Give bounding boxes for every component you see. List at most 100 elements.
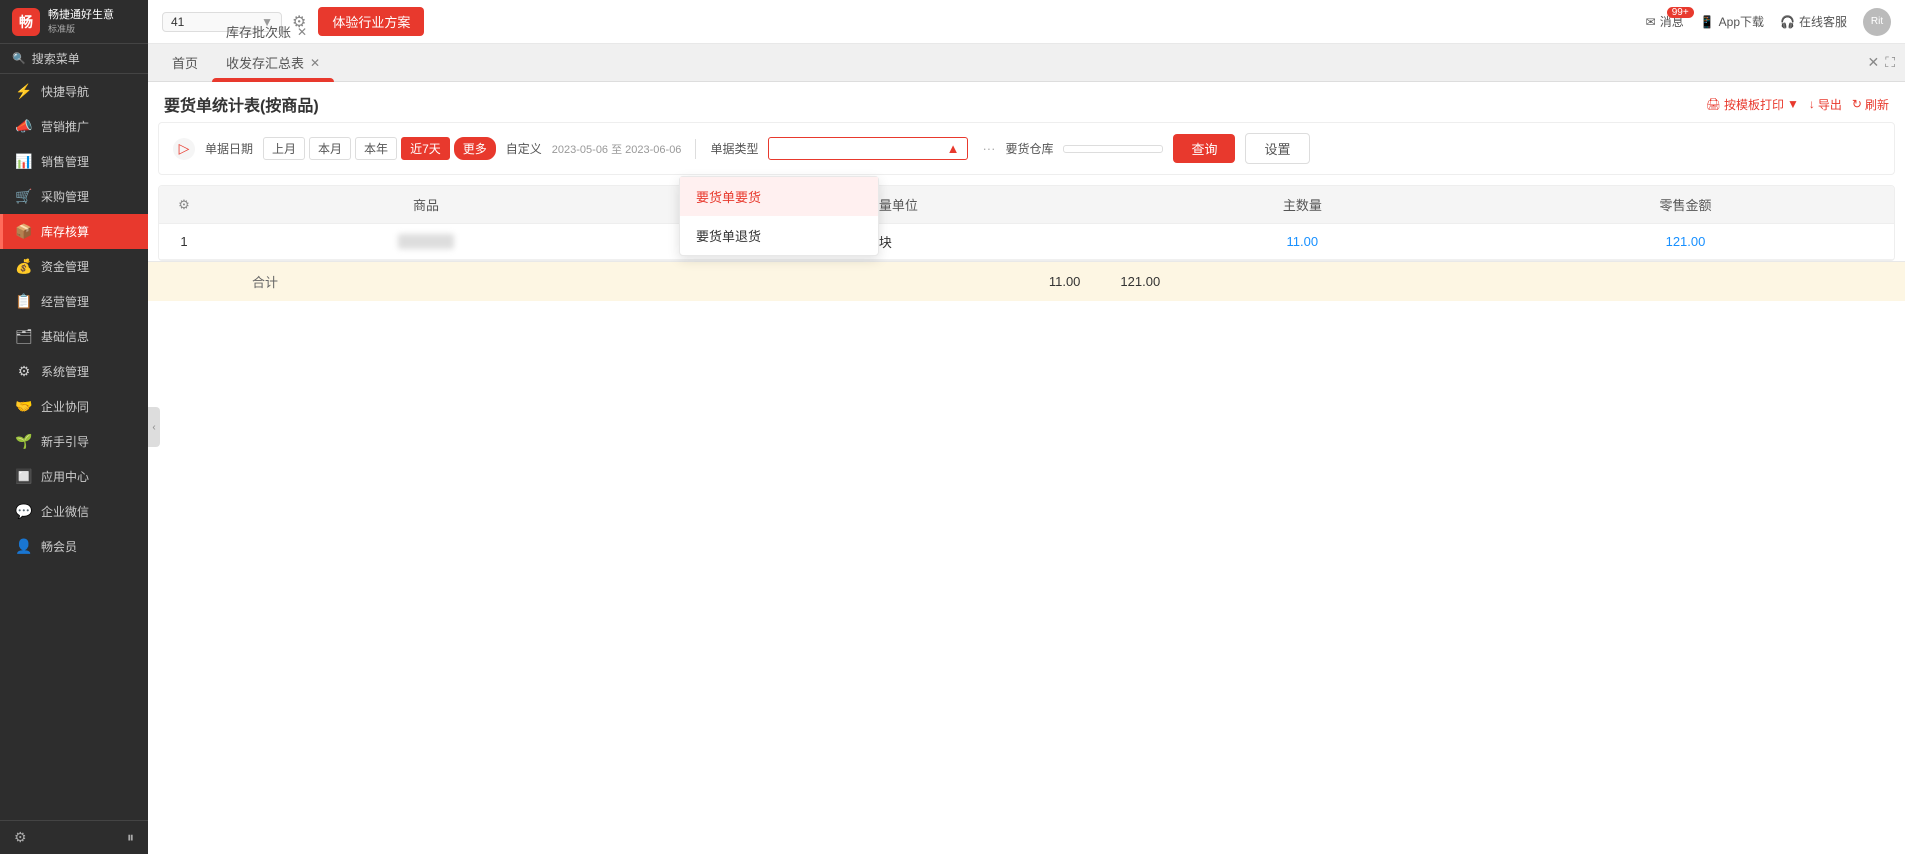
date-btn-近7天[interactable]: 近7天 (401, 137, 450, 160)
tab-close-icon[interactable]: ✕ (297, 25, 307, 39)
window-expand-icon[interactable]: ⛶ (1885, 54, 1895, 71)
page-header: 要货单统计表(按商品) 🖨 按模板打印 ▼ ↓ 导出 ↻ 刷新 (148, 82, 1905, 122)
sidebar-search[interactable]: 🔍 搜索菜单 (0, 44, 148, 74)
app-label: App下载 (1719, 13, 1764, 30)
sidebar-item-inventory[interactable]: 📦库存核算 (0, 214, 148, 249)
search-count: 41 (171, 15, 184, 29)
cell-seq: 1 (159, 224, 209, 260)
sidebar-item-quick-nav[interactable]: ⚡快捷导航 (0, 74, 148, 109)
finance-icon: 💰 (15, 258, 33, 275)
more-options-icon[interactable]: ··· (982, 141, 995, 156)
sidebar-item-label: 销售管理 (41, 153, 89, 170)
avatar[interactable]: Rit (1863, 8, 1891, 36)
refresh-icon: ↻ (1852, 97, 1862, 111)
col-settings[interactable]: ⚙ (159, 186, 209, 224)
logo-name: 畅捷通好生意 (48, 8, 114, 22)
newbie-icon: 🌱 (15, 433, 33, 450)
type-input[interactable]: ▲ (768, 137, 968, 160)
cell-qty[interactable]: 11.00 (1128, 224, 1477, 260)
type-chevron-icon[interactable]: ▲ (947, 141, 960, 156)
sidebar-collapse-button[interactable]: ‹ (148, 407, 160, 447)
type-label: 单据类型 (710, 140, 758, 157)
warehouse-input[interactable] (1063, 145, 1163, 153)
sidebar-item-basic[interactable]: 🗂 基础信息 (0, 319, 148, 354)
sidebar-item-enterprise[interactable]: 🤝企业协同 (0, 389, 148, 424)
sidebar-item-member[interactable]: 👤畅会员 (0, 529, 148, 564)
col-qty: 主数量 (1128, 186, 1477, 224)
basic-icon: 🗂 (15, 328, 33, 345)
tabs-bar: 首页 库存批次账✕收发存汇总表✕要货单统计表✕ ✕ ⛶ (148, 44, 1905, 82)
cell-amount[interactable]: 121.00 (1477, 224, 1894, 260)
member-icon: 👤 (15, 538, 33, 555)
sidebar-item-wechat[interactable]: 💬企业微信 (0, 494, 148, 529)
settings-icon[interactable]: ⚙ (14, 829, 27, 846)
filter-expand-button[interactable]: ▷ (173, 138, 195, 160)
divider (695, 139, 696, 159)
sidebar-item-label: 新手引导 (41, 433, 89, 450)
type-dropdown: 要货单要货要货单退货 (679, 176, 879, 256)
search-icon: 🔍 (12, 52, 26, 65)
print-icon: 🖨 (1706, 97, 1721, 111)
table-row: 1 ██████ 块 11.00 121.00 (159, 224, 1894, 260)
sidebar-item-label: 系统管理 (41, 363, 89, 380)
footer-amount: 121.00 (1120, 274, 1160, 289)
page-title: 要货单统计表(按商品) (164, 92, 319, 116)
tab-close-icon[interactable]: ✕ (310, 56, 320, 70)
tab-库存批次账[interactable]: 库存批次账 ✕ (212, 16, 334, 47)
sidebar-item-appstore[interactable]: 🔲 应用中心 (0, 459, 148, 494)
sidebar-item-sales[interactable]: 📊 销售管理 (0, 144, 148, 179)
online-service-button[interactable]: 🎧 在线客服 (1780, 13, 1847, 30)
warehouse-label: 要货仓库 (1005, 140, 1053, 157)
top-header: 41 ▼ ⚙ 体验行业方案 ✉ 消息 99+ 📱 App下载 🎧 在线客服 Ri… (148, 0, 1905, 44)
sidebar-item-finance[interactable]: 💰资金管理 (0, 249, 148, 284)
sales-icon: 📊 (15, 153, 33, 170)
date-btn-更多[interactable]: 更多 (454, 137, 496, 160)
main-area: 41 ▼ ⚙ 体验行业方案 ✉ 消息 99+ 📱 App下载 🎧 在线客服 Ri… (148, 0, 1905, 854)
export-button[interactable]: ↓ 导出 (1809, 96, 1842, 113)
sidebar-item-newbie[interactable]: 🌱 新手引导 (0, 424, 148, 459)
table-container: ⚙ 商品 主计量单位 主数量 零售金额 1 ██████ 块 11.00 121… (158, 185, 1895, 261)
trial-button[interactable]: 体验行业方案 (318, 7, 424, 36)
app-download-button[interactable]: 📱 App下载 (1700, 13, 1764, 30)
type-input-field[interactable] (777, 142, 942, 156)
query-button[interactable]: 查询 (1173, 134, 1235, 163)
sidebar-bottom: ⚙ ⏸ (0, 820, 148, 854)
sidebar-item-label: 基础信息 (41, 328, 89, 345)
date-btn-上月[interactable]: 上月 (263, 137, 305, 160)
dropdown-item-要货单要货[interactable]: 要货单要货 (680, 177, 878, 216)
footer-label: 合计 (252, 272, 278, 291)
appstore-icon: 🔲 (15, 468, 33, 485)
tab-收发存汇总表[interactable]: 收发存汇总表✕ (212, 47, 334, 78)
pause-icon[interactable]: ⏸ (127, 829, 134, 846)
operation-icon: 📋 (15, 293, 33, 310)
quick-nav-icon: ⚡ (15, 83, 33, 100)
tab-label: 库存批次账 (226, 22, 291, 41)
date-btn-本月[interactable]: 本月 (309, 137, 351, 160)
date-label: 单据日期 (205, 140, 253, 157)
sidebar-item-label: 库存核算 (41, 223, 89, 240)
tab-home[interactable]: 首页 (158, 47, 212, 78)
message-button[interactable]: ✉ 消息 99+ (1646, 13, 1684, 30)
date-btn-本年[interactable]: 本年 (355, 137, 397, 160)
refresh-button[interactable]: ↻ 刷新 (1852, 96, 1889, 113)
print-button[interactable]: 🖨 按模板打印 ▼ (1706, 96, 1799, 113)
message-icon: ✉ (1646, 15, 1656, 29)
sidebar-item-operation[interactable]: 📋经营管理 (0, 284, 148, 319)
sidebar-item-label: 营销推广 (41, 118, 89, 135)
sidebar-item-label: 应用中心 (41, 468, 89, 485)
content-area: 要货单统计表(按商品) 🖨 按模板打印 ▼ ↓ 导出 ↻ 刷新 ▷ (148, 82, 1905, 854)
sidebar-item-system[interactable]: ⚙ 系统管理 (0, 354, 148, 389)
window-close-icon[interactable]: ✕ (1867, 54, 1879, 71)
dropdown-item-要货单退货[interactable]: 要货单退货 (680, 216, 878, 255)
date-buttons: 上月本月本年近7天更多 (263, 137, 496, 160)
marketing-icon: 📣 (15, 118, 33, 135)
sidebar-logo: 畅 畅捷通好生意 标准版 (0, 0, 148, 44)
sidebar-item-label: 企业协同 (41, 398, 89, 415)
purchase-icon: 🛒 (15, 188, 33, 205)
filter-settings-button[interactable]: 设置 (1245, 133, 1309, 164)
service-icon: 🎧 (1780, 15, 1795, 29)
sidebar-item-marketing[interactable]: 📣 营销推广 (0, 109, 148, 144)
system-icon: ⚙ (15, 363, 33, 380)
custom-label[interactable]: 自定义 (506, 140, 542, 157)
sidebar-item-purchase[interactable]: 🛒采购管理 (0, 179, 148, 214)
